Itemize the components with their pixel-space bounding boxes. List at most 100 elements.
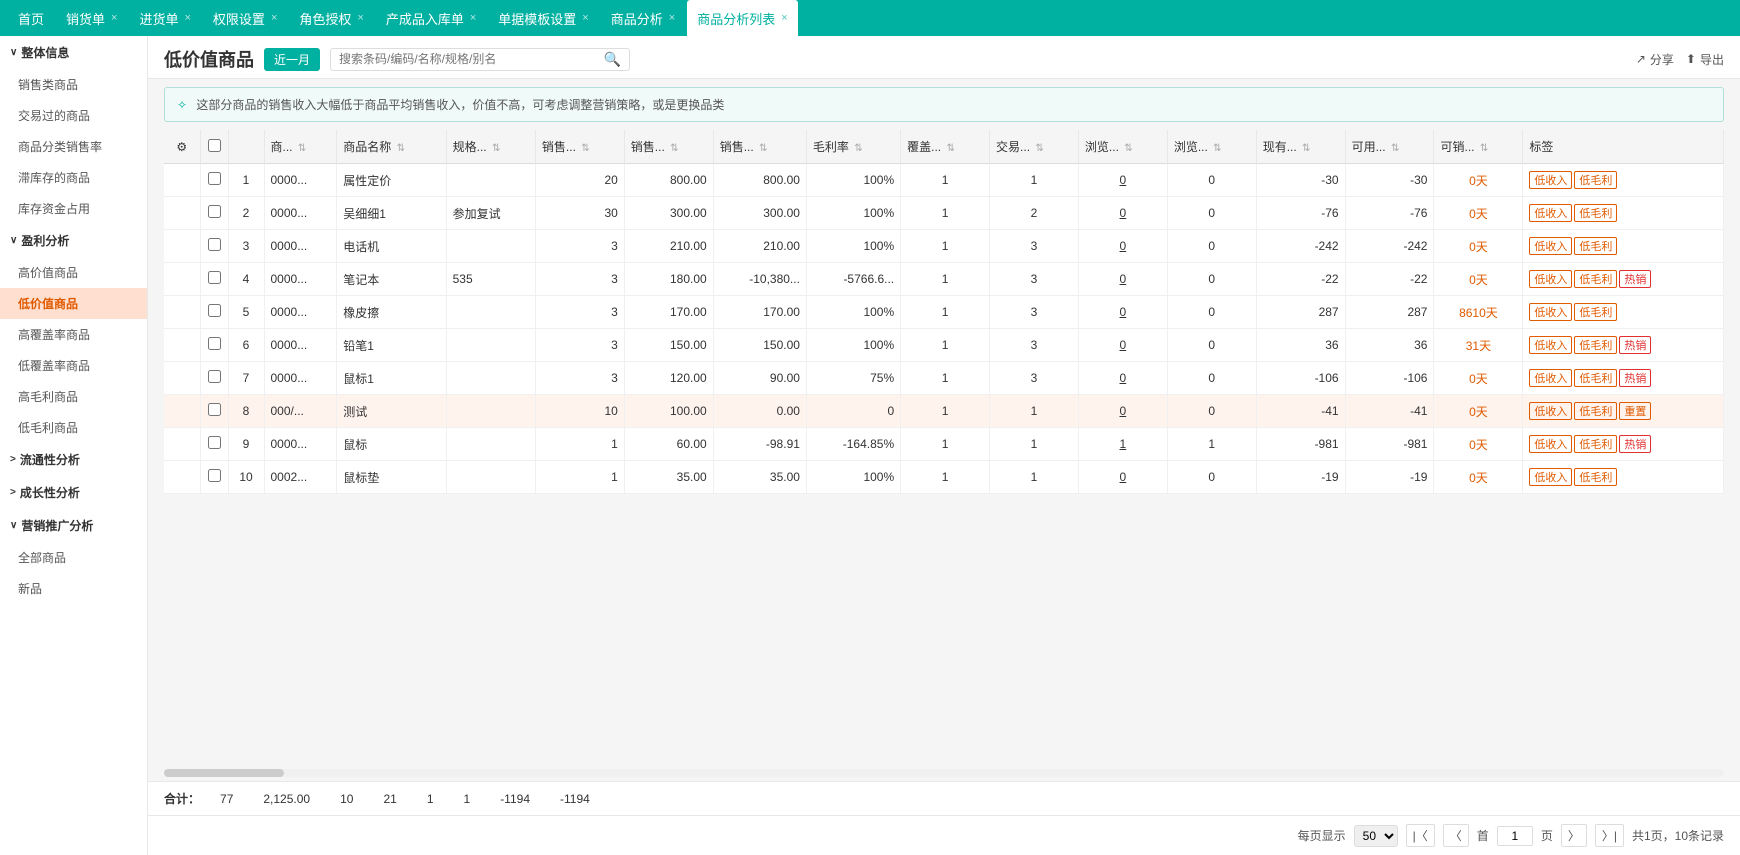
- sidebar-section-盈利分析[interactable]: ∨盈利分析: [0, 224, 147, 257]
- nav-close-icon[interactable]: ×: [470, 12, 476, 24]
- nav-close-icon[interactable]: ×: [582, 12, 588, 24]
- col-header-gross_rate[interactable]: 毛利率 ⇅: [806, 130, 900, 164]
- nav-item-单据模板设置[interactable]: 单据模板设置×: [488, 0, 598, 36]
- last-page-button[interactable]: 〉|: [1595, 824, 1624, 847]
- row-checkbox[interactable]: [208, 436, 221, 449]
- sidebar-item-全部商品[interactable]: 全部商品: [0, 542, 147, 573]
- cell-num: 3: [228, 230, 264, 263]
- nav-close-icon[interactable]: ×: [111, 12, 117, 24]
- page-number-input[interactable]: [1497, 826, 1533, 846]
- browse1-link[interactable]: 0: [1120, 239, 1127, 253]
- col-header-code[interactable]: 商... ⇅: [264, 130, 337, 164]
- sidebar-item-滞库存的商品[interactable]: 滞库存的商品: [0, 162, 147, 193]
- per-page-select[interactable]: 50: [1354, 825, 1398, 847]
- browse1-link[interactable]: 0: [1120, 470, 1127, 484]
- sidebar-item-高价值商品[interactable]: 高价值商品: [0, 257, 147, 288]
- row-checkbox[interactable]: [208, 205, 221, 218]
- sidebar-item-低毛利商品[interactable]: 低毛利商品: [0, 412, 147, 443]
- sidebar-item-高毛利商品[interactable]: 高毛利商品: [0, 381, 147, 412]
- next-page-button[interactable]: 〉: [1561, 824, 1587, 847]
- sidebar-item-库存资金占用[interactable]: 库存资金占用: [0, 193, 147, 224]
- nav-item-权限设置[interactable]: 权限设置×: [203, 0, 287, 36]
- nav-close-icon[interactable]: ×: [669, 12, 675, 24]
- row-checkbox[interactable]: [208, 469, 221, 482]
- sidebar-item-低价值商品[interactable]: 低价值商品: [0, 288, 147, 319]
- row-checkbox[interactable]: [208, 337, 221, 350]
- col-header-browse1[interactable]: 浏览... ⇅: [1078, 130, 1167, 164]
- sidebar-section-营销推广分析[interactable]: ∨营销推广分析: [0, 509, 147, 542]
- share-button[interactable]: ↗ 分享: [1636, 51, 1674, 68]
- row-checkbox[interactable]: [208, 271, 221, 284]
- nav-item-商品分析列表[interactable]: 商品分析列表×: [687, 0, 797, 36]
- search-input[interactable]: [339, 52, 604, 66]
- cell-sale_qty: 3: [535, 362, 624, 395]
- col-header-trade[interactable]: 交易... ⇅: [990, 130, 1079, 164]
- col-header-coverage[interactable]: 覆盖... ⇅: [901, 130, 990, 164]
- days-value: 0天: [1469, 273, 1488, 287]
- nav-close-icon[interactable]: ×: [781, 12, 787, 24]
- browse1-link[interactable]: 0: [1120, 404, 1127, 418]
- col-header-name[interactable]: 商品名称 ⇅: [337, 130, 446, 164]
- sort-icon: ⇅: [581, 143, 589, 154]
- col-header-sale_profit[interactable]: 销售... ⇅: [713, 130, 806, 164]
- nav-item-进货单[interactable]: 进货单×: [129, 0, 200, 36]
- sidebar-section-流通性分析[interactable]: >流通性分析: [0, 443, 147, 476]
- col-header-spec[interactable]: 规格... ⇅: [446, 130, 535, 164]
- nav-item-商品分析[interactable]: 商品分析×: [601, 0, 685, 36]
- browse1-link[interactable]: 0: [1120, 305, 1127, 319]
- sidebar-item-商品分类销售率[interactable]: 商品分类销售率: [0, 131, 147, 162]
- row-checkbox[interactable]: [208, 172, 221, 185]
- browse1-link[interactable]: 1: [1120, 437, 1127, 451]
- row-checkbox[interactable]: [208, 370, 221, 383]
- cell-gross_rate: 100%: [806, 329, 900, 362]
- nav-item-角色授权[interactable]: 角色授权×: [289, 0, 373, 36]
- cell-browse2: 0: [1167, 362, 1256, 395]
- nav-close-icon[interactable]: ×: [357, 12, 363, 24]
- cell-sale_profit: 210.00: [713, 230, 806, 263]
- cell-browse2: 0: [1167, 461, 1256, 494]
- browse1-link[interactable]: 0: [1120, 206, 1127, 220]
- sidebar-item-新品[interactable]: 新品: [0, 573, 147, 604]
- nav-item-首页[interactable]: 首页: [8, 0, 54, 36]
- col-header-sale_qty[interactable]: 销售... ⇅: [535, 130, 624, 164]
- period-button[interactable]: 近一月: [264, 48, 320, 71]
- sidebar-item-销售类商品[interactable]: 销售类商品: [0, 69, 147, 100]
- nav-item-产成品入库单[interactable]: 产成品入库单×: [376, 0, 486, 36]
- row-checkbox[interactable]: [208, 238, 221, 251]
- settings-icon[interactable]: ⚙: [176, 140, 187, 154]
- prev-page-button[interactable]: 〈: [1443, 824, 1469, 847]
- first-page-button[interactable]: |〈: [1406, 824, 1435, 847]
- browse1-link[interactable]: 0: [1120, 173, 1127, 187]
- export-button[interactable]: ⬆ 导出: [1686, 51, 1724, 68]
- col-header-stock_sale[interactable]: 可销... ⇅: [1434, 130, 1523, 164]
- sidebar-section-成长性分析[interactable]: >成长性分析: [0, 476, 147, 509]
- sidebar-item-低覆盖率商品[interactable]: 低覆盖率商品: [0, 350, 147, 381]
- search-icon[interactable]: 🔍: [604, 51, 621, 68]
- cell-browse1: 0: [1078, 461, 1167, 494]
- sort-icon: ⇅: [759, 143, 767, 154]
- cell-cb: [200, 428, 228, 461]
- browse1-link[interactable]: 0: [1120, 371, 1127, 385]
- cell-sale_qty: 3: [535, 230, 624, 263]
- product-tag: 热销: [1619, 336, 1651, 354]
- col-header-stock_avail[interactable]: 可用... ⇅: [1345, 130, 1434, 164]
- section-arrow-icon: >: [10, 487, 16, 498]
- row-checkbox[interactable]: [208, 403, 221, 416]
- select-all-checkbox[interactable]: [208, 139, 221, 152]
- browse1-link[interactable]: 0: [1120, 272, 1127, 286]
- sidebar-item-高覆盖率商品[interactable]: 高覆盖率商品: [0, 319, 147, 350]
- cell-sale_amt: 35.00: [624, 461, 713, 494]
- nav-item-销货单[interactable]: 销货单×: [56, 0, 127, 36]
- sidebar-section-整体信息[interactable]: ∨整体信息: [0, 36, 147, 69]
- browse1-link[interactable]: 0: [1120, 338, 1127, 352]
- col-header-sale_amt[interactable]: 销售... ⇅: [624, 130, 713, 164]
- nav-close-icon[interactable]: ×: [271, 12, 277, 24]
- col-header-browse2[interactable]: 浏览... ⇅: [1167, 130, 1256, 164]
- horizontal-scrollbar[interactable]: [164, 769, 1724, 777]
- row-checkbox[interactable]: [208, 304, 221, 317]
- nav-close-icon[interactable]: ×: [184, 12, 190, 24]
- sidebar-item-交易过的商品[interactable]: 交易过的商品: [0, 100, 147, 131]
- col-header-stock_cur[interactable]: 现有... ⇅: [1256, 130, 1345, 164]
- cell-days: 0天: [1434, 197, 1523, 230]
- scrollbar-thumb[interactable]: [164, 769, 284, 777]
